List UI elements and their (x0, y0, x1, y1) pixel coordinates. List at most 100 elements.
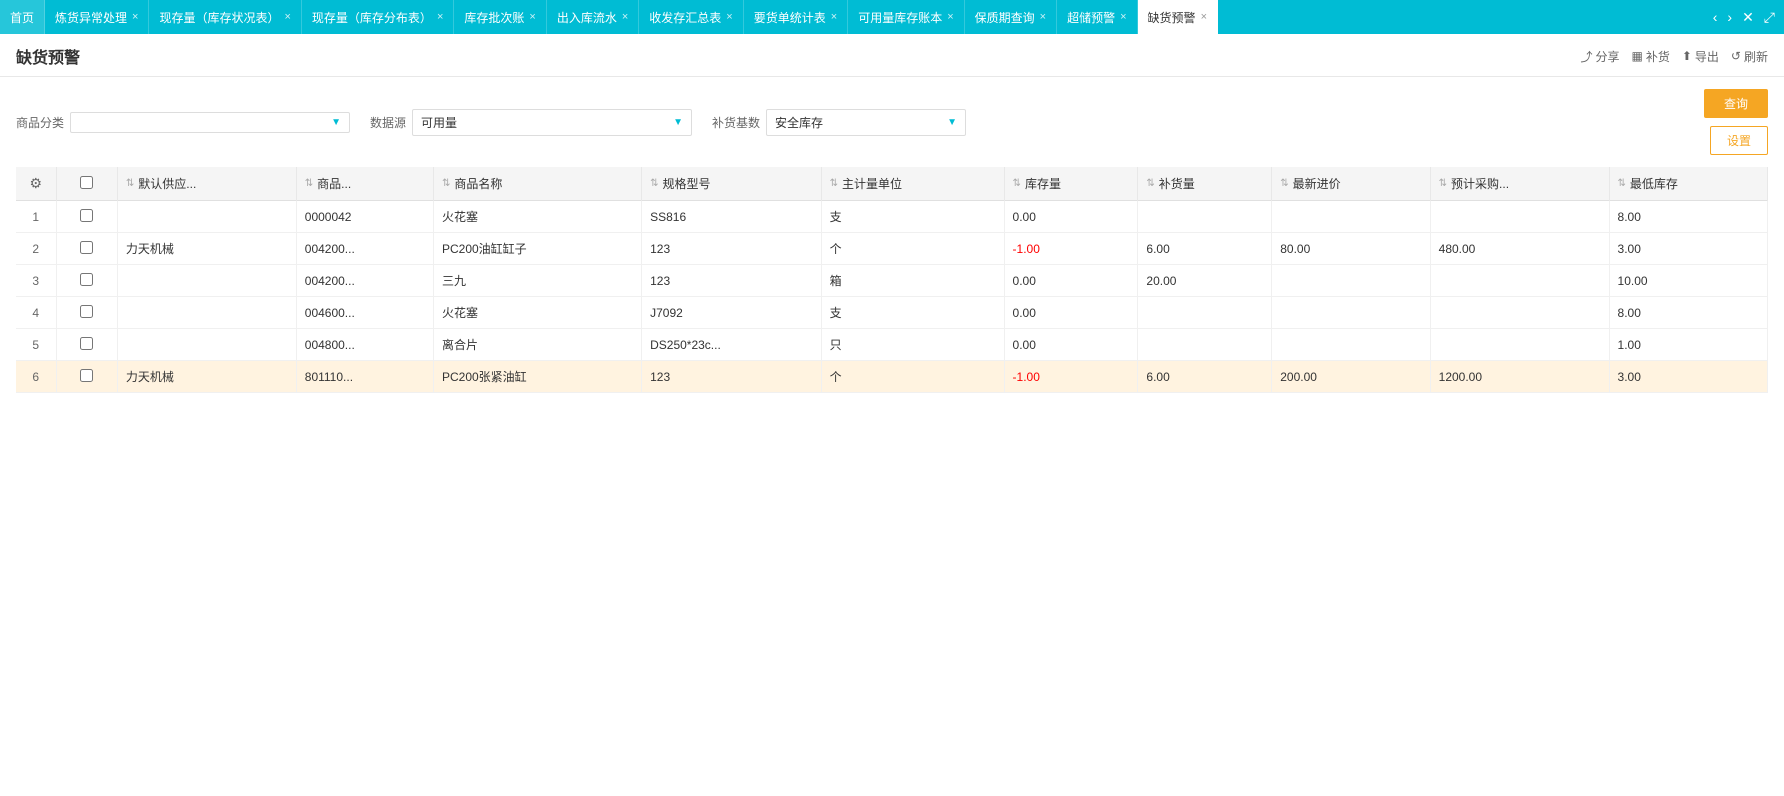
sort-icon-spec: ⇅ (650, 178, 658, 189)
row-supplier: 力天机械 (117, 361, 296, 393)
th-latest-price[interactable]: ⇅ 最新进价 (1272, 167, 1430, 201)
export-icon: ⬆ (1682, 49, 1692, 63)
th-settings[interactable]: ⚙ (16, 167, 56, 201)
category-filter-group: 商品分类 ▼ (16, 112, 350, 133)
sort-icon-product-code: ⇅ (305, 178, 313, 189)
row-est-purchase: 480.00 (1430, 233, 1609, 265)
select-all-checkbox[interactable] (80, 176, 93, 189)
replenish-base-filter-group: 补货基数 安全库存 ▼ (712, 109, 966, 136)
row-checkbox[interactable] (80, 273, 93, 286)
sort-icon-stock-qty: ⇅ (1013, 178, 1021, 189)
table-row: 1 0000042 火花塞 SS816 支 0.00 8.00 (16, 201, 1768, 233)
tab-next-button[interactable]: › (1722, 7, 1737, 27)
main-content: 缺货预警 ⤴ 分享 ▦ 补货 ⬆ 导出 ↺ 刷新 商品分类 (0, 34, 1784, 796)
table-row: 6 力天机械 801110... PC200张紧油缸 123 个 -1.00 6… (16, 361, 1768, 393)
tab-fullscreen-button[interactable]: ⤢ (1759, 7, 1780, 28)
replenish-base-chevron-icon: ▼ (947, 117, 957, 128)
tab-close-abnormal[interactable]: × (132, 11, 138, 23)
tab-prev-button[interactable]: ‹ (1708, 7, 1723, 27)
tab-available-ledger[interactable]: 可用量库存账本 × (848, 0, 964, 34)
row-supplier (117, 201, 296, 233)
row-product-name: 三九 (433, 265, 641, 297)
replenish-base-select[interactable]: 安全库存 ▼ (766, 109, 966, 136)
sort-icon-latest-price: ⇅ (1280, 178, 1288, 189)
tab-close-inout-flow[interactable]: × (622, 11, 628, 23)
row-stock-qty: -1.00 (1004, 233, 1138, 265)
row-checkbox-cell[interactable] (56, 329, 117, 361)
tab-overstock[interactable]: 超储预警 × (1057, 0, 1137, 34)
row-min-stock: 1.00 (1609, 329, 1767, 361)
tab-close-overstock[interactable]: × (1120, 11, 1126, 23)
th-unit[interactable]: ⇅ 主计量单位 (821, 167, 1004, 201)
row-checkbox-cell[interactable] (56, 201, 117, 233)
th-min-stock[interactable]: ⇅ 最低库存 (1609, 167, 1767, 201)
row-checkbox[interactable] (80, 209, 93, 222)
tab-home[interactable]: 首页 (0, 0, 45, 34)
datasource-value: 可用量 (421, 114, 457, 131)
tab-batch-account[interactable]: 库存批次账 × (454, 0, 546, 34)
th-checkbox[interactable] (56, 167, 117, 201)
row-checkbox[interactable] (80, 241, 93, 254)
th-spec[interactable]: ⇅ 规格型号 (642, 167, 822, 201)
tab-shortage[interactable]: 缺货预警 × (1138, 0, 1218, 34)
row-min-stock: 3.00 (1609, 233, 1767, 265)
row-checkbox[interactable] (80, 369, 93, 382)
th-est-purchase[interactable]: ⇅ 预计采购... (1430, 167, 1609, 201)
tab-close-available-ledger[interactable]: × (947, 11, 953, 23)
tab-close-inventory-dist[interactable]: × (437, 11, 443, 23)
row-checkbox-cell[interactable] (56, 233, 117, 265)
th-replenish-qty[interactable]: ⇅ 补货量 (1138, 167, 1272, 201)
tab-inventory-dist[interactable]: 现存量（库存分布表） × (302, 0, 454, 34)
row-replenish-qty: 6.00 (1138, 361, 1272, 393)
tab-close-collect-summary[interactable]: × (726, 11, 732, 23)
tab-inventory-status[interactable]: 现存量（库存状况表） × (149, 0, 301, 34)
row-checkbox-cell[interactable] (56, 265, 117, 297)
settings-gear-icon[interactable]: ⚙ (29, 175, 42, 191)
share-button[interactable]: ⤴ 分享 (1580, 48, 1619, 65)
row-spec: 123 (642, 361, 822, 393)
tab-purchase-stat[interactable]: 要货单统计表 × (744, 0, 848, 34)
row-spec: 123 (642, 233, 822, 265)
row-checkbox[interactable] (80, 337, 93, 350)
row-checkbox-cell[interactable] (56, 361, 117, 393)
tab-expiry-query[interactable]: 保质期查询 × (965, 0, 1057, 34)
category-select[interactable]: ▼ (70, 112, 350, 133)
tab-close-shortage[interactable]: × (1201, 11, 1207, 23)
row-unit: 只 (821, 329, 1004, 361)
category-label: 商品分类 (16, 114, 64, 131)
tab-close-purchase-stat[interactable]: × (831, 11, 837, 23)
table-row: 5 004800... 离合片 DS250*23c... 只 0.00 1.00 (16, 329, 1768, 361)
setting-button[interactable]: 设置 (1710, 126, 1768, 155)
th-product-name[interactable]: ⇅ 商品名称 (433, 167, 641, 201)
th-stock-qty[interactable]: ⇅ 库存量 (1004, 167, 1138, 201)
th-default-supplier[interactable]: ⇅ 默认供应... (117, 167, 296, 201)
tab-abnormal[interactable]: 炼货异常处理 × (45, 0, 149, 34)
tab-inout-flow[interactable]: 出入库流水 × (547, 0, 639, 34)
tab-close-batch-account[interactable]: × (529, 11, 535, 23)
row-replenish-qty (1138, 297, 1272, 329)
tab-close-inventory-status[interactable]: × (284, 11, 290, 23)
table-body: 1 0000042 火花塞 SS816 支 0.00 8.00 2 力天机械 0… (16, 201, 1768, 393)
row-supplier (117, 265, 296, 297)
row-latest-price (1272, 297, 1430, 329)
refresh-button[interactable]: ↺ 刷新 (1731, 48, 1768, 65)
category-chevron-icon: ▼ (331, 117, 341, 128)
row-product-code: 801110... (296, 361, 433, 393)
th-product-code[interactable]: ⇅ 商品... (296, 167, 433, 201)
datasource-label: 数据源 (370, 114, 406, 131)
tab-close-all-button[interactable]: ✕ (1737, 7, 1759, 28)
sort-icon-supplier: ⇅ (126, 178, 134, 189)
row-latest-price (1272, 265, 1430, 297)
export-button[interactable]: ⬆ 导出 (1682, 48, 1719, 65)
datasource-chevron-icon: ▼ (673, 117, 683, 128)
replenish-button[interactable]: ▦ 补货 (1631, 48, 1669, 65)
row-checkbox[interactable] (80, 305, 93, 318)
row-checkbox-cell[interactable] (56, 297, 117, 329)
tab-close-expiry-query[interactable]: × (1040, 11, 1046, 23)
row-supplier (117, 297, 296, 329)
query-button[interactable]: 查询 (1704, 89, 1768, 118)
row-stock-qty: -1.00 (1004, 361, 1138, 393)
row-latest-price: 80.00 (1272, 233, 1430, 265)
tab-collect-summary[interactable]: 收发存汇总表 × (639, 0, 743, 34)
datasource-select[interactable]: 可用量 ▼ (412, 109, 692, 136)
